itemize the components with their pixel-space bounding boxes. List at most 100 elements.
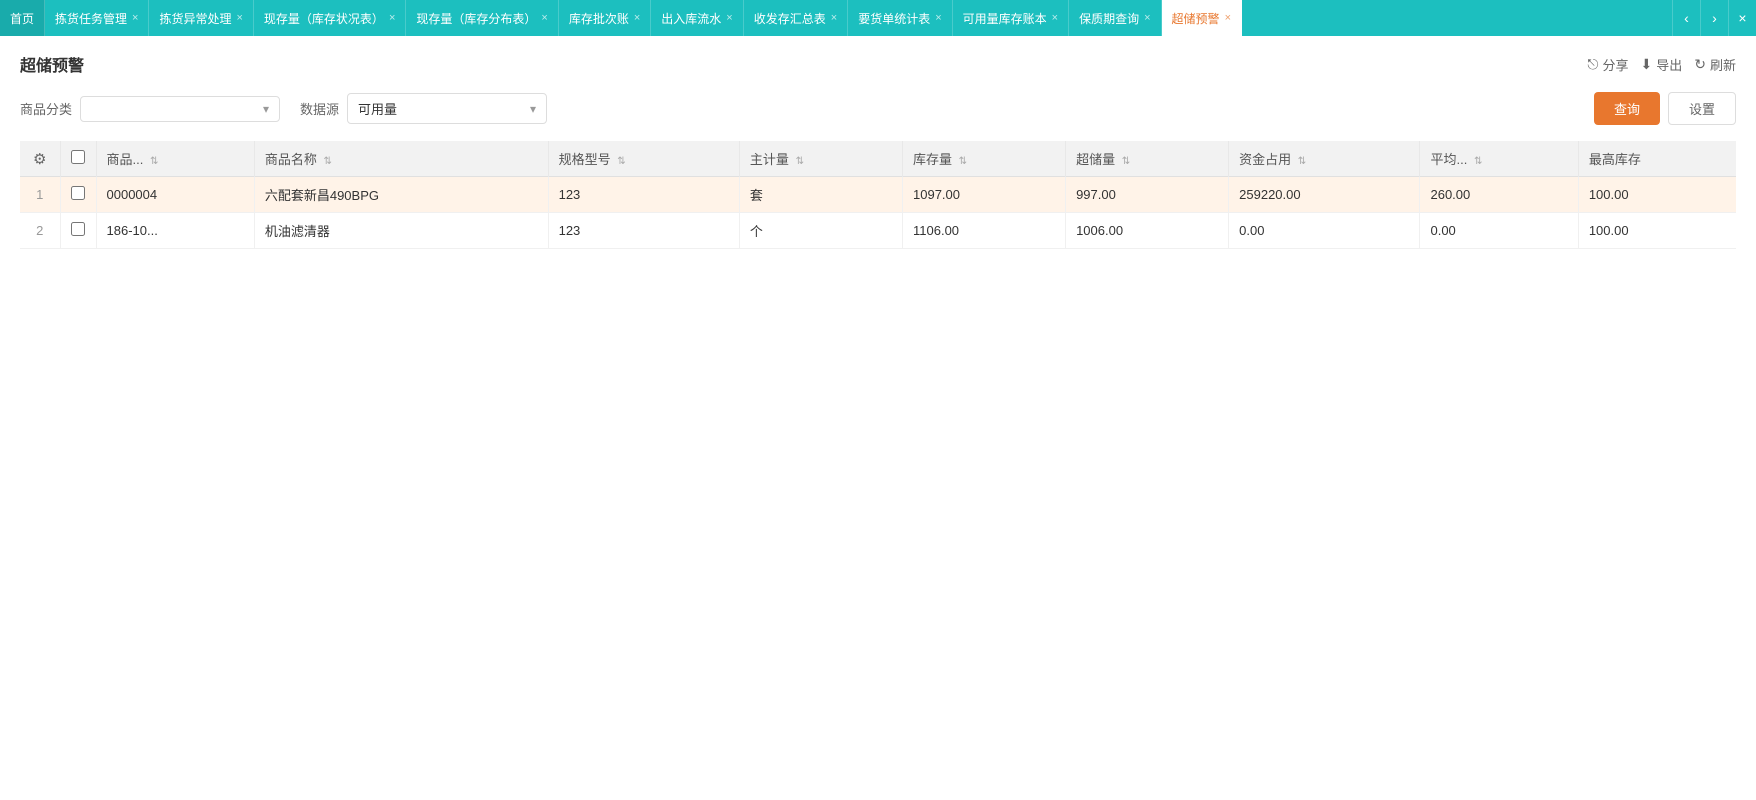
col-capital[interactable]: 资金占用 ⇅ — [1229, 141, 1420, 177]
sort-icon: ⇅ — [1474, 156, 1482, 167]
nav-item-overstock-alert[interactable]: 超储预警 × — [1162, 0, 1242, 36]
cell-product-name: 机油滤清器 — [254, 213, 548, 249]
select-all-header[interactable] — [60, 141, 96, 177]
close-icon[interactable]: × — [389, 12, 395, 24]
row-checkbox-cell[interactable] — [60, 177, 96, 213]
col-product-code[interactable]: 商品... ⇅ — [96, 141, 254, 177]
col-unit[interactable]: 主计量 ⇅ — [739, 141, 902, 177]
nav-item-label: 库存批次账 — [569, 10, 629, 27]
cell-stock: 1097.00 — [903, 177, 1066, 213]
datasource-value: 可用量 — [358, 99, 397, 118]
nav-item-collect-summary[interactable]: 收发存汇总表 × — [744, 0, 848, 36]
col-spec[interactable]: 规格型号 ⇅ — [548, 141, 739, 177]
row-checkbox[interactable] — [71, 186, 85, 200]
cell-max-stock: 100.00 — [1578, 213, 1736, 249]
cell-spec: 123 — [548, 177, 739, 213]
col-avg[interactable]: 平均... ⇅ — [1420, 141, 1578, 177]
col-unit-label: 主计量 — [750, 152, 789, 167]
col-capital-label: 资金占用 — [1239, 152, 1291, 167]
nav-close-button[interactable]: × — [1728, 0, 1756, 36]
filter-area: 商品分类 ▾ 数据源 可用量 ▾ 查询 设置 — [20, 92, 1736, 125]
close-icon[interactable]: × — [726, 12, 732, 24]
nav-item-abnormal[interactable]: 拣货异常处理 × — [149, 0, 253, 36]
nav-item-available-ledger[interactable]: 可用量库存账本 × — [953, 0, 1069, 36]
close-icon[interactable]: × — [1225, 12, 1231, 24]
close-icon[interactable]: × — [1144, 12, 1150, 24]
export-button[interactable]: ⬇ 导出 — [1641, 55, 1683, 74]
nav-item-quality-check[interactable]: 保质期查询 × — [1069, 0, 1161, 36]
cell-capital: 0.00 — [1229, 213, 1420, 249]
cell-product-code: 0000004 — [96, 177, 254, 213]
nav-item-label: 拣货任务管理 — [55, 10, 127, 27]
sort-icon: ⇅ — [150, 156, 158, 167]
settings-button[interactable]: 设置 — [1668, 92, 1736, 125]
page-header: 超储预警 ⎋ 分享 ⬇ 导出 ↻ 刷新 — [20, 52, 1736, 76]
share-button[interactable]: ⎋ 分享 — [1587, 55, 1628, 74]
share-icon: ⎋ — [1587, 56, 1598, 73]
nav-prev-button[interactable]: ‹ — [1672, 0, 1700, 36]
select-all-checkbox[interactable] — [71, 150, 85, 164]
col-stock[interactable]: 库存量 ⇅ — [903, 141, 1066, 177]
page-content: 超储预警 ⎋ 分享 ⬇ 导出 ↻ 刷新 商品分类 ▾ 数据源 — [0, 36, 1756, 800]
col-max-stock-label: 最高库存 — [1589, 152, 1641, 167]
close-icon[interactable]: × — [634, 12, 640, 24]
refresh-button[interactable]: ↻ 刷新 — [1694, 55, 1736, 74]
row-checkbox[interactable] — [71, 222, 85, 236]
close-icon[interactable]: × — [132, 12, 138, 24]
col-product-name[interactable]: 商品名称 ⇅ — [254, 141, 548, 177]
cell-stock: 1106.00 — [903, 213, 1066, 249]
col-product-name-label: 商品名称 — [265, 152, 317, 167]
table-container: ⚙ 商品... ⇅ 商品名称 ⇅ 规格型号 ⇅ — [20, 141, 1736, 249]
refresh-label: 刷新 — [1710, 55, 1736, 74]
close-icon[interactable]: × — [935, 12, 941, 24]
col-max-stock[interactable]: 最高库存 — [1578, 141, 1736, 177]
col-overstock-label: 超储量 — [1076, 152, 1115, 167]
gear-settings-header[interactable]: ⚙ — [20, 141, 60, 177]
refresh-icon: ↻ — [1694, 56, 1706, 73]
page-title: 超储预警 — [20, 52, 84, 76]
nav-item-inventory-status[interactable]: 现存量（库存状况表） × — [254, 0, 406, 36]
share-label: 分享 — [1602, 55, 1628, 74]
filter-category: 商品分类 ▾ — [20, 96, 280, 122]
nav-item-label: 可用量库存账本 — [963, 10, 1047, 27]
filter-datasource: 数据源 可用量 ▾ — [300, 93, 547, 124]
cell-avg: 260.00 — [1420, 177, 1578, 213]
category-label: 商品分类 — [20, 99, 72, 118]
cell-unit: 个 — [739, 213, 902, 249]
cell-product-name: 六配套新昌490BPG — [254, 177, 548, 213]
filter-actions: 查询 设置 — [1594, 92, 1736, 125]
close-icon[interactable]: × — [541, 12, 547, 24]
close-icon[interactable]: × — [236, 12, 242, 24]
close-icon[interactable]: × — [831, 12, 837, 24]
col-overstock[interactable]: 超储量 ⇅ — [1066, 141, 1229, 177]
row-checkbox-cell[interactable] — [60, 213, 96, 249]
export-icon: ⬇ — [1641, 56, 1653, 73]
nav-next-button[interactable]: › — [1700, 0, 1728, 36]
nav-item-label: 收发存汇总表 — [754, 10, 826, 27]
sort-icon: ⇅ — [796, 156, 804, 167]
cell-unit: 套 — [739, 177, 902, 213]
cell-avg: 0.00 — [1420, 213, 1578, 249]
datasource-select[interactable]: 可用量 ▾ — [347, 93, 547, 124]
table-row: 2 186-10... 机油滤清器 123 个 1106.00 1006.00 … — [20, 213, 1736, 249]
nav-item-label: 首页 — [10, 10, 34, 27]
cell-capital: 259220.00 — [1229, 177, 1420, 213]
nav-item-label: 拣货异常处理 — [159, 10, 231, 27]
nav-item-label: 出入库流水 — [661, 10, 721, 27]
nav-item-home[interactable]: 首页 — [0, 0, 45, 36]
nav-item-order-stats[interactable]: 要货单统计表 × — [848, 0, 952, 36]
nav-item-inout-flow[interactable]: 出入库流水 × — [651, 0, 743, 36]
nav-item-inventory-dist[interactable]: 现存量（库存分布表） × — [406, 0, 558, 36]
nav-item-batch[interactable]: 库存批次账 × — [559, 0, 651, 36]
query-button[interactable]: 查询 — [1594, 92, 1660, 125]
chevron-down-icon: ▾ — [530, 102, 536, 116]
gear-icon[interactable]: ⚙ — [33, 151, 46, 168]
col-product-code-label: 商品... — [107, 152, 144, 167]
sort-icon: ⇅ — [323, 156, 331, 167]
close-icon[interactable]: × — [1052, 12, 1058, 24]
table-header-row: ⚙ 商品... ⇅ 商品名称 ⇅ 规格型号 ⇅ — [20, 141, 1736, 177]
category-select[interactable]: ▾ — [80, 96, 280, 122]
cell-max-stock: 100.00 — [1578, 177, 1736, 213]
nav-arrows: ‹ › × — [1672, 0, 1756, 36]
nav-item-task-mgmt[interactable]: 拣货任务管理 × — [45, 0, 149, 36]
